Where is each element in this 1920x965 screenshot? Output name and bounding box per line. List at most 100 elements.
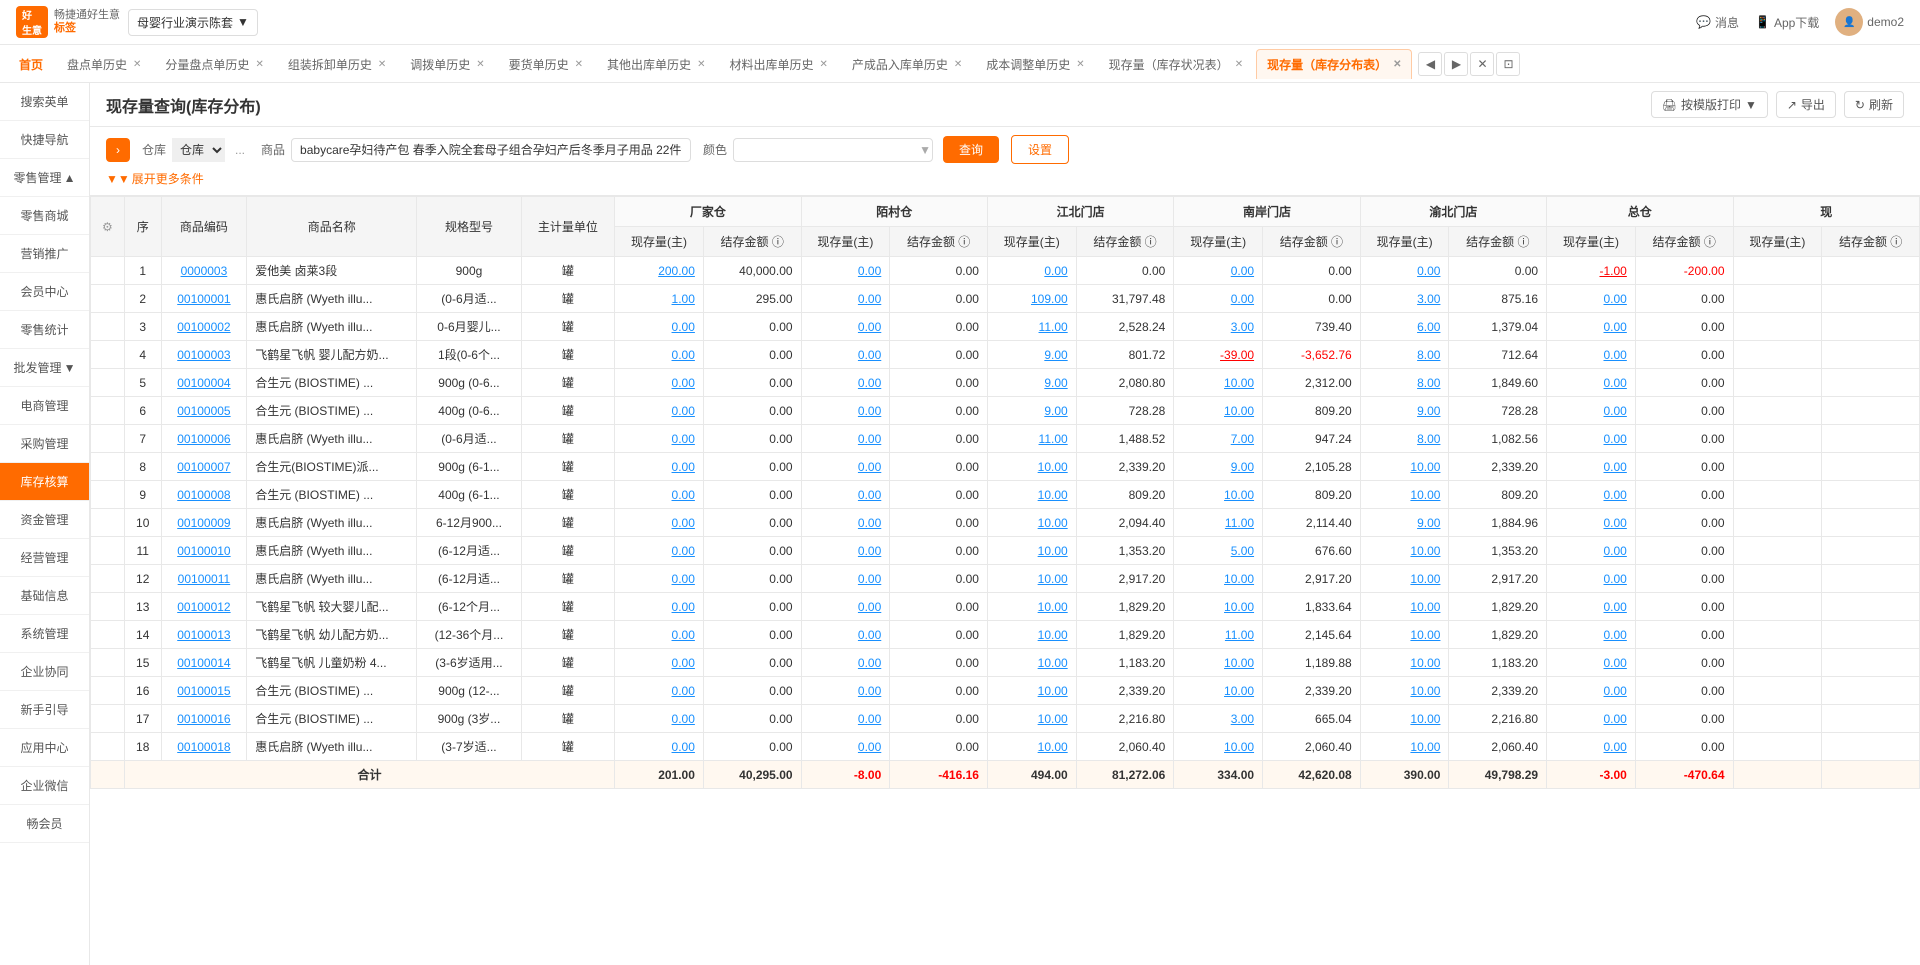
- row-w4-qty[interactable]: 10.00: [1174, 481, 1263, 509]
- row-w4-qty[interactable]: 9.00: [1174, 453, 1263, 481]
- row-w1-qty[interactable]: 0.00: [615, 369, 704, 397]
- row-code[interactable]: 00100006: [161, 425, 247, 453]
- row-w4-qty[interactable]: 7.00: [1174, 425, 1263, 453]
- tab-requisition[interactable]: 要货单历史 ✕: [498, 49, 594, 79]
- row-w2-qty[interactable]: 0.00: [801, 481, 890, 509]
- row-w2-qty[interactable]: 0.00: [801, 677, 890, 705]
- tab-assembly[interactable]: 组装拆卸单历史 ✕: [277, 49, 397, 79]
- row-w4-qty[interactable]: 10.00: [1174, 733, 1263, 761]
- sidebar-item-search[interactable]: 搜索英单: [0, 83, 89, 121]
- tab-next-btn[interactable]: ▶: [1444, 52, 1468, 76]
- tab-finished-in[interactable]: 产成品入库单历史 ✕: [841, 49, 973, 79]
- row-w1-qty[interactable]: 0.00: [615, 341, 704, 369]
- row-w3-qty[interactable]: 10.00: [987, 453, 1076, 481]
- row-w3-qty[interactable]: 9.00: [987, 369, 1076, 397]
- row-w1-qty[interactable]: 0.00: [615, 481, 704, 509]
- row-w4-qty[interactable]: 3.00: [1174, 705, 1263, 733]
- row-w2-qty[interactable]: 0.00: [801, 257, 890, 285]
- row-gear[interactable]: [91, 705, 125, 733]
- row-gear[interactable]: [91, 369, 125, 397]
- sidebar-item-nav[interactable]: 快捷导航: [0, 121, 89, 159]
- row-code[interactable]: 00100013: [161, 621, 247, 649]
- tab-expand-btn[interactable]: ⊡: [1496, 52, 1520, 76]
- sidebar-item-member[interactable]: 会员中心: [0, 273, 89, 311]
- row-w2-qty[interactable]: 0.00: [801, 341, 890, 369]
- row-w1-qty[interactable]: 0.00: [615, 565, 704, 593]
- tab-close-icon[interactable]: ✕: [819, 59, 827, 70]
- row-total-qty[interactable]: 0.00: [1547, 705, 1636, 733]
- filter-collapse-btn[interactable]: ›: [106, 138, 130, 162]
- row-gear[interactable]: [91, 621, 125, 649]
- row-w4-qty[interactable]: -39.00: [1174, 341, 1263, 369]
- row-gear[interactable]: [91, 565, 125, 593]
- row-total-qty[interactable]: 0.00: [1547, 649, 1636, 677]
- row-w1-qty[interactable]: 0.00: [615, 425, 704, 453]
- btn-print[interactable]: 🖨 按模版打印 ▼: [1651, 91, 1768, 118]
- row-total-qty[interactable]: 0.00: [1547, 537, 1636, 565]
- row-code[interactable]: 00100015: [161, 677, 247, 705]
- row-w5-qty[interactable]: 9.00: [1360, 397, 1449, 425]
- sidebar-item-inventory[interactable]: 库存核算: [0, 463, 89, 501]
- tab-cost-adjust[interactable]: 成本调整单历史 ✕: [975, 49, 1095, 79]
- tab-close-icon[interactable]: ✕: [954, 59, 962, 70]
- row-w5-qty[interactable]: 10.00: [1360, 537, 1449, 565]
- row-total-qty[interactable]: 0.00: [1547, 621, 1636, 649]
- row-w4-qty[interactable]: 10.00: [1174, 677, 1263, 705]
- row-w1-qty[interactable]: 200.00: [615, 257, 704, 285]
- row-gear[interactable]: [91, 285, 125, 313]
- row-code[interactable]: 00100010: [161, 537, 247, 565]
- row-w3-qty[interactable]: 10.00: [987, 565, 1076, 593]
- row-code[interactable]: 00100009: [161, 509, 247, 537]
- row-w4-qty[interactable]: 10.00: [1174, 593, 1263, 621]
- row-total-qty[interactable]: 0.00: [1547, 397, 1636, 425]
- row-w3-qty[interactable]: 10.00: [987, 649, 1076, 677]
- sidebar-item-wechat[interactable]: 企业微信: [0, 767, 89, 805]
- row-code[interactable]: 00100007: [161, 453, 247, 481]
- tab-close-icon[interactable]: ✕: [575, 59, 583, 70]
- row-w3-qty[interactable]: 10.00: [987, 481, 1076, 509]
- sidebar-item-guide[interactable]: 新手引导: [0, 691, 89, 729]
- row-w4-qty[interactable]: 5.00: [1174, 537, 1263, 565]
- row-w3-qty[interactable]: 11.00: [987, 313, 1076, 341]
- row-w3-qty[interactable]: 10.00: [987, 733, 1076, 761]
- row-w2-qty[interactable]: 0.00: [801, 285, 890, 313]
- row-w2-qty[interactable]: 0.00: [801, 593, 890, 621]
- user-action[interactable]: 👤 demo2: [1835, 8, 1904, 36]
- tab-close-icon[interactable]: ✕: [1393, 59, 1401, 70]
- row-w1-qty[interactable]: 0.00: [615, 593, 704, 621]
- row-code[interactable]: 00100005: [161, 397, 247, 425]
- row-w2-qty[interactable]: 0.00: [801, 733, 890, 761]
- row-code[interactable]: 00100014: [161, 649, 247, 677]
- row-w1-qty[interactable]: 0.00: [615, 509, 704, 537]
- row-w5-qty[interactable]: 3.00: [1360, 285, 1449, 313]
- row-w5-qty[interactable]: 10.00: [1360, 621, 1449, 649]
- industry-selector[interactable]: 母婴行业演示陈套 ▼: [128, 9, 258, 36]
- row-w2-qty[interactable]: 0.00: [801, 453, 890, 481]
- row-w5-qty[interactable]: 8.00: [1360, 425, 1449, 453]
- row-gear[interactable]: [91, 733, 125, 761]
- row-w2-qty[interactable]: 0.00: [801, 313, 890, 341]
- row-total-qty[interactable]: 0.00: [1547, 341, 1636, 369]
- row-gear[interactable]: [91, 649, 125, 677]
- row-w2-qty[interactable]: 0.00: [801, 397, 890, 425]
- tab-close-icon[interactable]: ✕: [378, 59, 386, 70]
- row-gear[interactable]: [91, 313, 125, 341]
- row-w3-qty[interactable]: 9.00: [987, 341, 1076, 369]
- row-w5-qty[interactable]: 6.00: [1360, 313, 1449, 341]
- row-w5-qty[interactable]: 9.00: [1360, 509, 1449, 537]
- row-w2-qty[interactable]: 0.00: [801, 537, 890, 565]
- row-w1-qty[interactable]: 1.00: [615, 285, 704, 313]
- tab-sub-inventory[interactable]: 分量盘点单历史 ✕: [154, 49, 274, 79]
- row-code[interactable]: 00100016: [161, 705, 247, 733]
- row-w5-qty[interactable]: 10.00: [1360, 705, 1449, 733]
- row-w4-qty[interactable]: 3.00: [1174, 313, 1263, 341]
- tab-stock-dist[interactable]: 现存量（库存分布表） ✕: [1256, 49, 1412, 79]
- sidebar-item-retail[interactable]: 零售管理 ▲: [0, 159, 89, 197]
- sidebar-item-enterprise[interactable]: 企业协同: [0, 653, 89, 691]
- row-w1-qty[interactable]: 0.00: [615, 677, 704, 705]
- row-gear[interactable]: [91, 677, 125, 705]
- color-input[interactable]: [733, 138, 933, 162]
- setting-btn[interactable]: 设置: [1011, 135, 1069, 164]
- row-total-qty[interactable]: -1.00: [1547, 257, 1636, 285]
- row-w5-qty[interactable]: 10.00: [1360, 481, 1449, 509]
